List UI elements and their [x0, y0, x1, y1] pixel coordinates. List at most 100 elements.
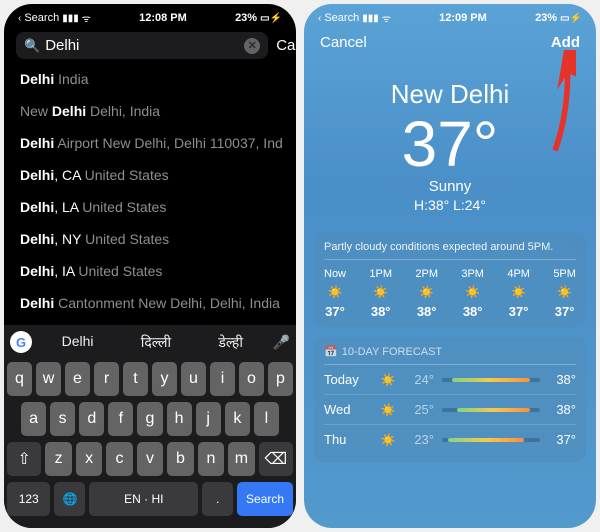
back-chevron-icon[interactable]: ‹: [18, 13, 21, 24]
key-e[interactable]: e: [65, 362, 90, 396]
keyboard: G Delhi दिल्ली डेल्ही 🎤 qwertyuiop asdfghj…: [4, 325, 296, 528]
search-result-item[interactable]: Delhi Cantonment New Delhi, Delhi, India: [18, 287, 282, 319]
key-y[interactable]: y: [152, 362, 177, 396]
key-l[interactable]: l: [254, 402, 279, 436]
weather-hero: New Delhi 37° Sunny H:38° L:24°: [304, 51, 596, 223]
key-o[interactable]: o: [239, 362, 264, 396]
weather-add-screen: ‹ Search ▮▮▮ ᯤ 12:09 PM 23% ▭⚡ Cancel Ad…: [304, 4, 596, 528]
status-back-label[interactable]: Search: [24, 12, 59, 24]
hourly-item: Now☀️37°: [324, 268, 346, 319]
key-c[interactable]: c: [106, 442, 132, 476]
forecast-caption: 10-DAY FORECAST: [342, 346, 442, 358]
current-temp: 37°: [304, 112, 596, 176]
cancel-button[interactable]: Cancel: [320, 34, 367, 51]
forecast-day-row: Today☀️24°38°: [324, 365, 576, 395]
hourly-item: 2PM☀️38°: [415, 268, 438, 319]
key-z[interactable]: z: [45, 442, 71, 476]
search-result-item[interactable]: Delhi India: [18, 63, 282, 95]
status-time: 12:08 PM: [139, 12, 187, 24]
signal-icon: ▮▮▮: [362, 13, 379, 24]
calendar-icon: 📅: [324, 345, 338, 358]
space-key[interactable]: EN · HI: [89, 482, 198, 516]
add-button[interactable]: Add: [551, 34, 580, 51]
search-row: 🔍 ✕ Cancel: [4, 28, 296, 63]
keyboard-suggestion-bar: G Delhi दिल्ली डेल्ही 🎤: [4, 325, 296, 359]
clear-icon[interactable]: ✕: [244, 38, 260, 54]
period-key[interactable]: .: [202, 482, 233, 516]
battery-icon: ▭⚡: [560, 13, 582, 24]
forecast-day-row: Thu☀️23°37°: [324, 425, 576, 454]
hourly-item: 5PM☀️37°: [553, 268, 576, 319]
sun-icon: ☀️: [511, 285, 526, 299]
key-t[interactable]: t: [123, 362, 148, 396]
globe-key[interactable]: 🌐: [54, 482, 85, 516]
sun-icon: ☀️: [378, 373, 398, 387]
status-bar: ‹ Search ▮▮▮ ᯤ 12:08 PM 23% ▭⚡: [4, 4, 296, 28]
search-result-item[interactable]: Delhi Airport New Delhi, Delhi 110037, I…: [18, 127, 282, 159]
search-key[interactable]: Search: [237, 482, 293, 516]
key-q[interactable]: q: [7, 362, 32, 396]
search-result-item[interactable]: Delhi, CA United States: [18, 159, 282, 191]
modal-top-row: Cancel Add: [304, 28, 596, 51]
search-icon: 🔍: [24, 38, 40, 54]
sun-icon: ☀️: [328, 285, 343, 299]
backspace-key[interactable]: ⌫: [259, 442, 293, 476]
battery-percent: 23%: [235, 12, 257, 24]
key-m[interactable]: m: [228, 442, 254, 476]
back-chevron-icon[interactable]: ‹: [318, 13, 321, 24]
sun-icon: ☀️: [557, 285, 572, 299]
high-low: H:38° L:24°: [304, 197, 596, 213]
search-result-item[interactable]: Delhi, NY United States: [18, 223, 282, 255]
key-i[interactable]: i: [210, 362, 235, 396]
key-n[interactable]: n: [198, 442, 224, 476]
key-k[interactable]: k: [225, 402, 250, 436]
hourly-caption: Partly cloudy conditions expected around…: [324, 241, 576, 259]
search-box[interactable]: 🔍 ✕: [16, 32, 268, 59]
keyboard-suggestion[interactable]: डेल्ही: [218, 333, 243, 352]
search-screen: ‹ Search ▮▮▮ ᯤ 12:08 PM 23% ▭⚡ 🔍 ✕ Cance…: [4, 4, 296, 528]
key-g[interactable]: g: [137, 402, 162, 436]
sun-icon: ☀️: [373, 285, 388, 299]
cancel-button[interactable]: Cancel: [276, 37, 296, 54]
key-r[interactable]: r: [94, 362, 119, 396]
key-u[interactable]: u: [181, 362, 206, 396]
key-s[interactable]: s: [50, 402, 75, 436]
key-x[interactable]: x: [76, 442, 102, 476]
key-b[interactable]: b: [167, 442, 193, 476]
key-f[interactable]: f: [108, 402, 133, 436]
hourly-item: 4PM☀️37°: [507, 268, 530, 319]
battery-percent: 23%: [535, 12, 557, 24]
signal-icon: ▮▮▮: [62, 13, 79, 24]
search-result-item[interactable]: Delhi, IA United States: [18, 255, 282, 287]
shift-key[interactable]: ⇧: [7, 442, 41, 476]
wifi-icon: ᯤ: [382, 11, 391, 25]
key-p[interactable]: p: [268, 362, 293, 396]
mic-icon[interactable]: 🎤: [273, 334, 290, 351]
sun-icon: ☀️: [419, 285, 434, 299]
search-input[interactable]: [45, 37, 244, 54]
key-h[interactable]: h: [167, 402, 192, 436]
sun-icon: ☀️: [378, 403, 398, 417]
wifi-icon: ᯤ: [82, 11, 91, 25]
key-d[interactable]: d: [79, 402, 104, 436]
key-j[interactable]: j: [196, 402, 221, 436]
hourly-card: Partly cloudy conditions expected around…: [314, 233, 586, 327]
status-back-label[interactable]: Search: [324, 12, 359, 24]
forecast-day-row: Wed☀️25°38°: [324, 395, 576, 425]
key-w[interactable]: w: [36, 362, 61, 396]
city-name: New Delhi: [304, 79, 596, 110]
status-time: 12:09 PM: [439, 12, 487, 24]
sun-icon: ☀️: [378, 433, 398, 447]
status-bar: ‹ Search ▮▮▮ ᯤ 12:09 PM 23% ▭⚡: [304, 4, 596, 28]
keyboard-suggestion[interactable]: Delhi: [62, 333, 94, 352]
hourly-item: 3PM☀️38°: [461, 268, 484, 319]
battery-icon: ▭⚡: [260, 13, 282, 24]
search-result-item[interactable]: New Delhi Delhi, India: [18, 95, 282, 127]
keyboard-suggestion[interactable]: दिल्ली: [141, 333, 172, 352]
key-v[interactable]: v: [137, 442, 163, 476]
sun-icon: ☀️: [465, 285, 480, 299]
search-result-item[interactable]: Delhi, LA United States: [18, 191, 282, 223]
numbers-key[interactable]: 123: [7, 482, 50, 516]
google-logo-icon[interactable]: G: [10, 331, 32, 353]
key-a[interactable]: a: [21, 402, 46, 436]
